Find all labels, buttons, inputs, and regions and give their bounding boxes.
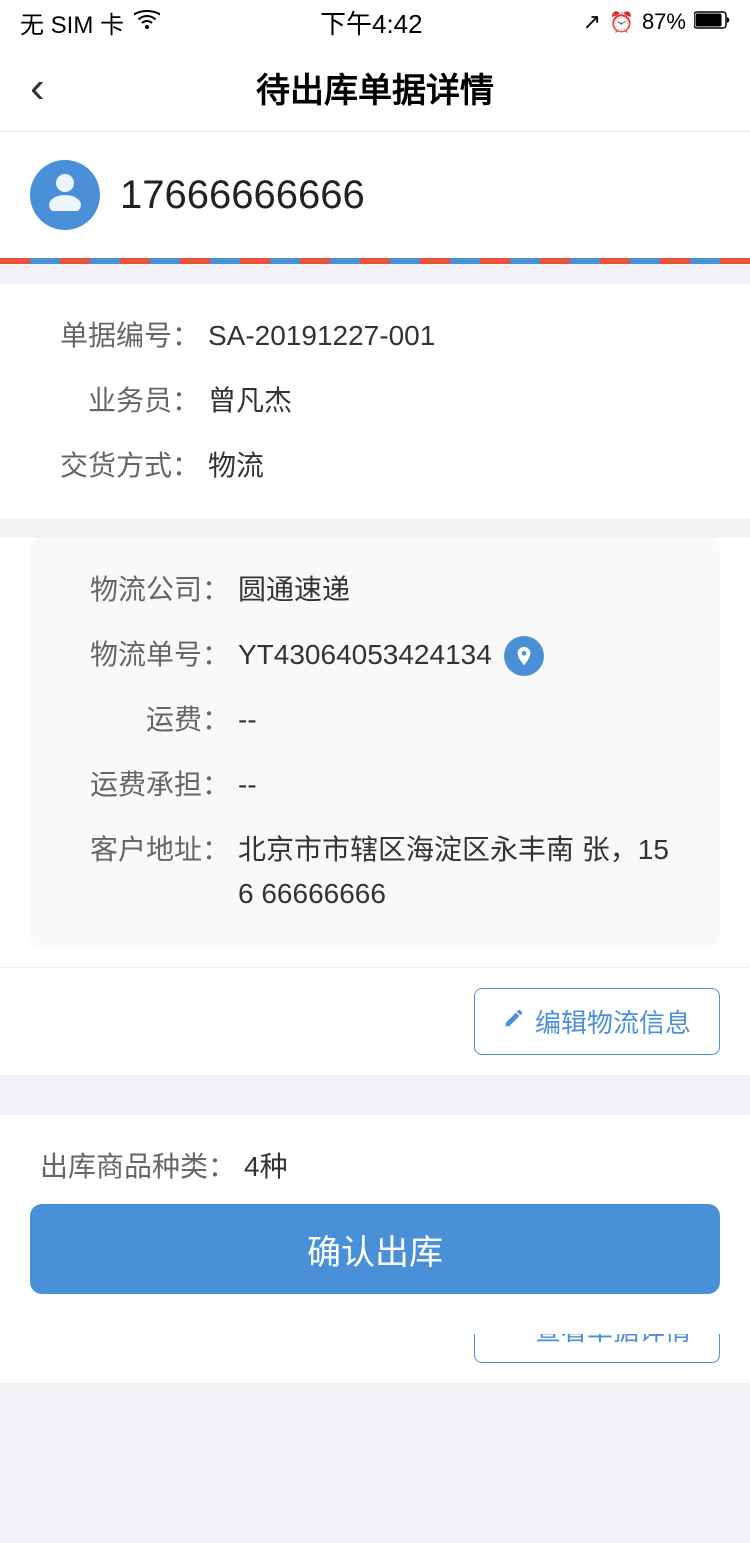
- delivery-row: 交货方式： 物流: [40, 444, 710, 489]
- logistics-card: 物流公司： 圆通速递 物流单号： YT43064053424134 运费： --…: [30, 538, 720, 947]
- order-info-section: 单据编号： SA-20191227-001 业务员： 曾凡杰 交货方式： 物流: [0, 284, 750, 518]
- freight-row: 运费： --: [70, 698, 680, 743]
- order-no-row: 单据编号： SA-20191227-001: [40, 314, 710, 359]
- edit-logistics-button[interactable]: 编辑物流信息: [474, 988, 720, 1055]
- logistics-company-label: 物流公司：: [70, 568, 230, 613]
- customer-header: 17666666666: [0, 132, 750, 258]
- avatar: [30, 160, 100, 230]
- status-left: 无 SIM 卡: [20, 5, 160, 40]
- logistics-company-row: 物流公司： 圆通速递: [70, 568, 680, 613]
- bottom-area: 确认出库: [0, 1184, 750, 1334]
- section-divider: [0, 1075, 750, 1095]
- delivery-value: 物流: [208, 444, 710, 489]
- location-icon: ↗: [583, 9, 601, 35]
- freight-bearer-value: --: [238, 763, 680, 808]
- customer-phone: 17666666666: [120, 173, 365, 218]
- order-no-label: 单据编号：: [40, 314, 200, 359]
- page-title: 待出库单据详情: [256, 63, 494, 112]
- nav-bar: ‹ 待出库单据详情: [0, 44, 750, 132]
- battery-text: 87%: [642, 9, 686, 35]
- carrier-text: 无 SIM 卡: [20, 5, 124, 40]
- edit-logistics-label: 编辑物流信息: [535, 1003, 691, 1040]
- wifi-icon: [134, 8, 160, 36]
- dashed-divider: [0, 258, 750, 264]
- logistics-company-value: 圆通速递: [238, 568, 680, 613]
- alarm-icon: ⏰: [609, 10, 634, 35]
- back-button[interactable]: ‹: [30, 66, 45, 110]
- address-row: 客户地址： 北京市市辖区海淀区永丰南 张，156 66666666: [70, 828, 680, 918]
- tracking-value: YT43064053424134: [238, 633, 680, 678]
- battery-icon: [694, 8, 730, 36]
- delivery-label: 交货方式：: [40, 444, 200, 489]
- track-location-icon[interactable]: [504, 636, 544, 676]
- address-value: 北京市市辖区海淀区永丰南 张，156 66666666: [238, 828, 680, 918]
- address-label: 客户地址：: [70, 828, 230, 873]
- status-bar: 无 SIM 卡 下午4:42 ↗ ⏰ 87%: [0, 0, 750, 44]
- tracking-row: 物流单号： YT43064053424134: [70, 633, 680, 678]
- tracking-label: 物流单号：: [70, 633, 230, 678]
- confirm-label: 确认出库: [307, 1225, 443, 1274]
- status-right: ↗ ⏰ 87%: [583, 8, 730, 36]
- order-no-value: SA-20191227-001: [208, 314, 710, 359]
- salesman-row: 业务员： 曾凡杰: [40, 379, 710, 424]
- edit-btn-row: 编辑物流信息: [0, 967, 750, 1075]
- salesman-value: 曾凡杰: [208, 379, 710, 424]
- user-icon: [44, 169, 86, 221]
- goods-types-row: 出库商品种类： 4种: [40, 1145, 710, 1185]
- goods-types-value: 4种: [244, 1145, 288, 1185]
- freight-bearer-row: 运费承担： --: [70, 763, 680, 808]
- salesman-label: 业务员：: [40, 379, 200, 424]
- freight-value: --: [238, 698, 680, 743]
- freight-label: 运费：: [70, 698, 230, 743]
- time-display: 下午4:42: [320, 4, 423, 41]
- freight-bearer-label: 运费承担：: [70, 763, 230, 808]
- goods-types-label: 出库商品种类：: [40, 1145, 236, 1185]
- edit-icon: [503, 1007, 525, 1036]
- confirm-button[interactable]: 确认出库: [30, 1204, 720, 1294]
